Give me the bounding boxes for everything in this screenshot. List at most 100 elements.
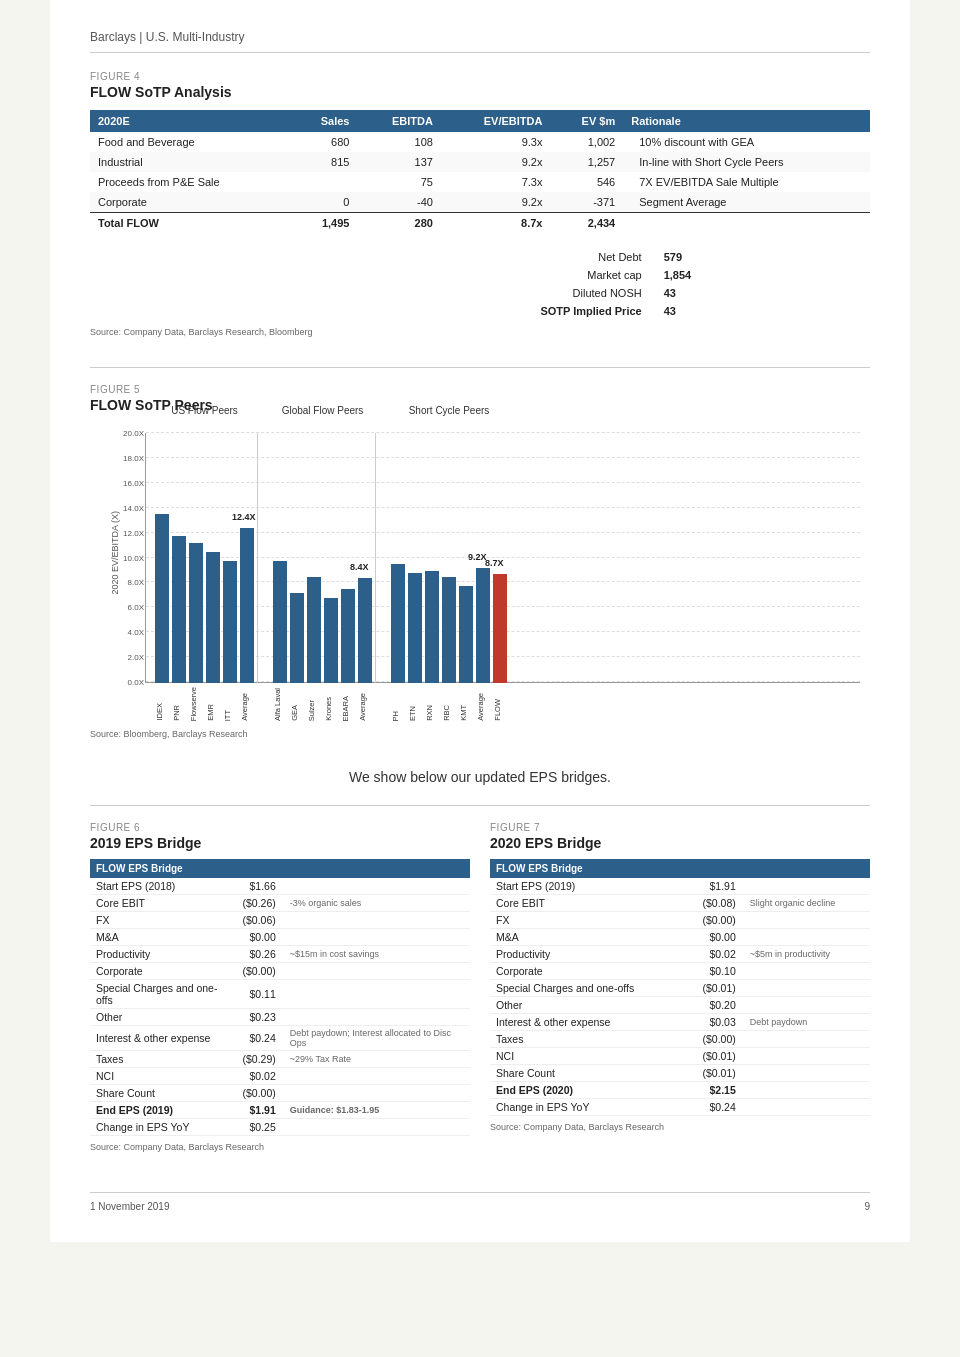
bridge-note: ~$5m in productivity <box>742 946 870 963</box>
bridge-note <box>282 1085 470 1102</box>
y-tick-label: 10.0X <box>123 553 144 562</box>
avg-bar-label: 8.7X <box>485 558 504 568</box>
sotp-cell: Corporate <box>90 192 292 213</box>
y-tick-label: 20.0X <box>123 429 144 438</box>
sotp-cell: In-line with Short Cycle Peers <box>623 152 870 172</box>
bridge-label: Corporate <box>490 963 683 980</box>
bar-rect <box>273 561 287 684</box>
bridge-value: $1.91 <box>683 878 741 895</box>
bar-rect <box>425 571 439 684</box>
figure6-label: FIGURE 6 <box>90 822 470 833</box>
avg-bar-label: 9.2X <box>468 552 487 562</box>
bridge-note <box>742 1048 870 1065</box>
bar-x-label: FLOW <box>493 699 507 721</box>
bar-x-label: PH <box>391 711 405 721</box>
bridge-note <box>282 1009 470 1026</box>
bar-x-label: Average <box>476 693 490 721</box>
y-tick-label: 8.0X <box>128 578 144 587</box>
bridge-note <box>282 1119 470 1136</box>
bridge-note: Slight organic decline <box>742 895 870 912</box>
y-tick-label: 12.0X <box>123 528 144 537</box>
bridge-value: ($0.00) <box>683 1031 741 1048</box>
bridge-value: $0.10 <box>683 963 741 980</box>
bridge-note: ~$15m in cost savings <box>282 946 470 963</box>
summary-value: 43 <box>652 285 748 301</box>
bridge-note <box>282 1068 470 1085</box>
bridge-value: $0.25 <box>237 1119 282 1136</box>
bridge-value: $0.24 <box>237 1026 282 1051</box>
sotp-table: 2020E Sales EBITDA EV/EBITDA EV $m Ratio… <box>90 110 870 233</box>
y-tick-label: 18.0X <box>123 453 144 462</box>
bridge-label: Special Charges and one-offs <box>490 980 683 997</box>
bridge-note: Debt paydown <box>742 1014 870 1031</box>
bridge-note: ~29% Tax Rate <box>282 1051 470 1068</box>
bridge-label: NCI <box>490 1048 683 1065</box>
sotp-cell: 9.2x <box>441 192 551 213</box>
bridge-note <box>742 1099 870 1116</box>
sotp-cell: 280 <box>357 213 441 234</box>
y-tick-label: 16.0X <box>123 478 144 487</box>
brand-header: Barclays | U.S. Multi-Industry <box>90 30 870 53</box>
y-tick-label: 14.0X <box>123 503 144 512</box>
bridge-label: Share Count <box>490 1065 683 1082</box>
bridge-label: Productivity <box>90 946 237 963</box>
bridge-value: ($0.06) <box>237 912 282 929</box>
bar-rect <box>324 598 338 683</box>
bridge-label: End EPS (2019) <box>90 1102 237 1119</box>
bridge-label: Other <box>90 1009 237 1026</box>
page: Barclays | U.S. Multi-Industry FIGURE 4 … <box>50 0 910 1242</box>
col-sales: Sales <box>292 110 358 132</box>
figure7-title: 2020 EPS Bridge <box>490 835 870 851</box>
bridge-value: $2.15 <box>683 1082 741 1099</box>
sotp-cell: 75 <box>357 172 441 192</box>
sotp-cell: Proceeds from P&E Sale <box>90 172 292 192</box>
figure5-label: FIGURE 5 <box>90 384 870 395</box>
sotp-cell: 9.2x <box>441 152 551 172</box>
sotp-cell: 1,002 <box>550 132 623 152</box>
bridge-label: FX <box>490 912 683 929</box>
summary-value: 579 <box>652 249 748 265</box>
bridge-note <box>742 1031 870 1048</box>
bridge-value: ($0.01) <box>683 1048 741 1065</box>
y-axis-label: 2020 EV/EBITDA (X) <box>110 511 120 595</box>
figure4-source: Source: Company Data, Barclays Research,… <box>90 327 870 337</box>
bar-x-label: Average <box>358 693 372 721</box>
bridge-label: Core EBIT <box>90 895 237 912</box>
bridge-label: Change in EPS YoY <box>490 1099 683 1116</box>
summary-value: 1,854 <box>652 267 748 283</box>
figure6-source: Source: Company Data, Barclays Research <box>90 1142 470 1152</box>
bridge-note <box>742 997 870 1014</box>
bridge-label: End EPS (2020) <box>490 1082 683 1099</box>
bar-rect <box>290 593 304 683</box>
mid-text: We show below our updated EPS bridges. <box>90 769 870 785</box>
bridge-note <box>742 929 870 946</box>
sotp-cell: 7.3x <box>441 172 551 192</box>
summary-label: SOTP Implied Price <box>412 303 650 319</box>
bridge-label: Taxes <box>490 1031 683 1048</box>
bar-x-label: GEA <box>290 705 304 721</box>
bar-x-label: Average <box>240 693 254 721</box>
sotp-cell: 815 <box>292 152 358 172</box>
footer-date: 1 November 2019 <box>90 1201 170 1212</box>
col-2020e: 2020E <box>90 110 292 132</box>
bridge-label: Corporate <box>90 963 237 980</box>
sotp-cell: -40 <box>357 192 441 213</box>
summary-label: Diluted NOSH <box>412 285 650 301</box>
bar-rect: 8.7X <box>493 574 507 683</box>
bridge-label: Special Charges and one-offs <box>90 980 237 1009</box>
bridge-note <box>282 878 470 895</box>
bridge-value: $0.11 <box>237 980 282 1009</box>
brand-text: Barclays | U.S. Multi-Industry <box>90 30 245 44</box>
bridge-value: $0.26 <box>237 946 282 963</box>
sotp-cell: 8.7x <box>441 213 551 234</box>
bar-x-label: Krones <box>324 697 338 721</box>
sotp-cell: 546 <box>550 172 623 192</box>
section-label: Global Flow Peers <box>273 405 372 416</box>
summary-value: 43 <box>652 303 748 319</box>
bridge-label: Taxes <box>90 1051 237 1068</box>
bar-rect <box>341 589 355 683</box>
bar-rect <box>391 564 405 683</box>
bridge-note <box>282 980 470 1009</box>
figure6-table: Start EPS (2018)$1.66Core EBIT($0.26)-3%… <box>90 878 470 1136</box>
bridge-note <box>742 878 870 895</box>
